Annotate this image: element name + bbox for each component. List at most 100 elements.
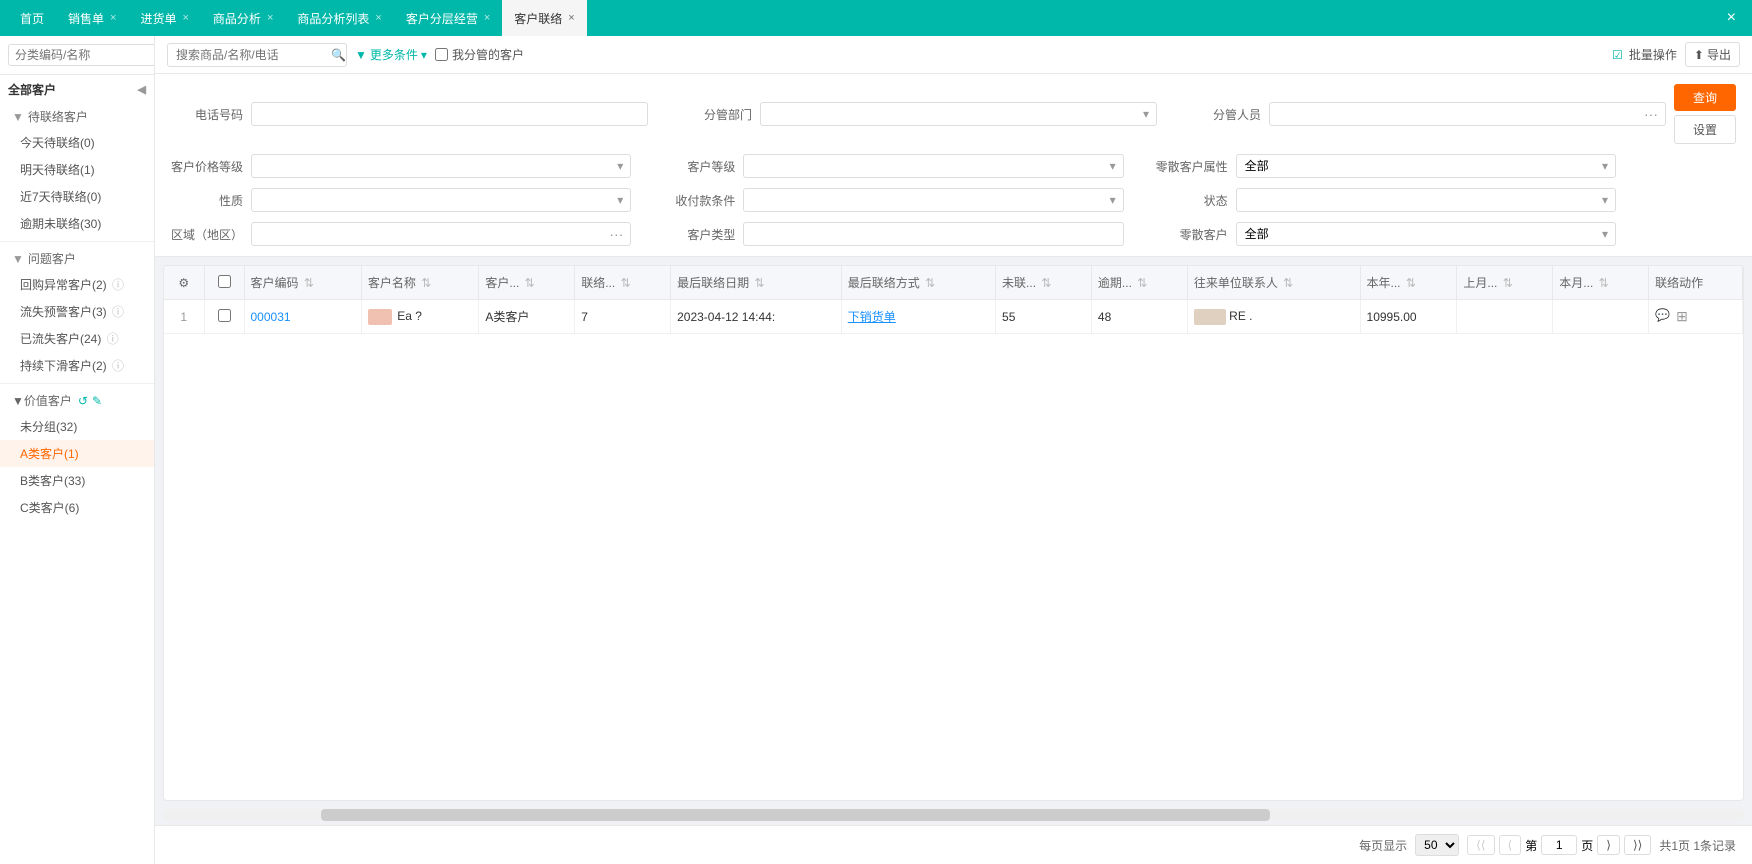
last-contact-method-link[interactable]: 下销货单 xyxy=(848,310,896,324)
value-group-header[interactable]: ▼ 价值客户 ↺ ✎ xyxy=(0,388,154,413)
select-all-checkbox[interactable] xyxy=(218,275,231,288)
sidebar-item-ungrouped[interactable]: 未分组(32) xyxy=(0,413,154,440)
pending-group-header[interactable]: ▼ 待联络客户 xyxy=(0,104,154,129)
filter-search-box[interactable]: 🔍 xyxy=(167,43,347,67)
close-product-analysis-tab[interactable]: × xyxy=(267,12,273,24)
th-last-month[interactable]: 上月... ⇅ xyxy=(1457,266,1553,300)
sidebar-item-lost-warning[interactable]: 流失预警客户(3) ⓘ xyxy=(0,298,154,325)
close-customer-contact-tab[interactable]: × xyxy=(568,12,574,24)
close-purchase-tab[interactable]: × xyxy=(182,12,188,24)
th-contact-person[interactable]: 往来单位联系人 ⇅ xyxy=(1187,266,1360,300)
nav-product-analysis[interactable]: 商品分析 × xyxy=(201,0,285,36)
nav-customer-contact[interactable]: 客户联络 × xyxy=(502,0,586,36)
th-customer-type[interactable]: 客户... ⇅ xyxy=(479,266,575,300)
th-contact-count[interactable]: 联络... ⇅ xyxy=(575,266,671,300)
sort-contact-icon[interactable]: ⇅ xyxy=(621,276,631,290)
sort-thismonth-icon[interactable]: ⇅ xyxy=(1599,276,1609,290)
nav-product-list[interactable]: 商品分析列表 × xyxy=(285,0,393,36)
sort-person-icon[interactable]: ⇅ xyxy=(1283,276,1293,290)
nav-home[interactable]: 首页 xyxy=(8,0,56,36)
sidebar-item-today-pending[interactable]: 今天待联络(0) xyxy=(0,129,154,156)
retail-attr-select[interactable]: 全部 xyxy=(1236,154,1616,178)
export-button[interactable]: ⬆ 导出 xyxy=(1685,42,1740,67)
price-level-select[interactable] xyxy=(251,154,631,178)
sidebar-item-class-b[interactable]: B类客户(33) xyxy=(0,467,154,494)
sort-method-icon[interactable]: ⇅ xyxy=(925,276,935,290)
sidebar-item-overdue-contact[interactable]: 逾期未联络(30) xyxy=(0,210,154,237)
th-code[interactable]: 客户编码 ⇅ xyxy=(244,266,361,300)
all-customers-header[interactable]: 全部客户 ◀ xyxy=(0,75,154,104)
scrollbar-thumb[interactable] xyxy=(321,809,1270,821)
region-input[interactable] xyxy=(251,222,631,246)
batch-ops-button[interactable]: ☑ 批量操作 xyxy=(1612,46,1677,63)
sort-lastmonth-icon[interactable]: ⇅ xyxy=(1503,276,1513,290)
next-page-button[interactable]: ⟩ xyxy=(1597,835,1620,855)
sort-name-icon[interactable]: ⇅ xyxy=(421,276,431,290)
settings-button[interactable]: 设置 xyxy=(1674,115,1736,144)
staff-input[interactable] xyxy=(1269,102,1666,126)
th-not-contacted[interactable]: 未联... ⇅ xyxy=(996,266,1092,300)
sort-year-icon[interactable]: ⇅ xyxy=(1406,276,1416,290)
sort-overdue-icon[interactable]: ⇅ xyxy=(1137,276,1147,290)
close-window-button[interactable]: × xyxy=(1719,9,1744,27)
nav-sales[interactable]: 销售单 × xyxy=(56,0,128,36)
collapse-sidebar-icon[interactable]: ◀ xyxy=(138,83,146,96)
phone-input[interactable] xyxy=(251,102,648,126)
my-customer-checkbox[interactable]: 我分管的客户 xyxy=(435,46,524,63)
sort-type-icon[interactable]: ⇅ xyxy=(525,276,535,290)
page-input[interactable] xyxy=(1541,835,1577,855)
th-this-year[interactable]: 本年... ⇅ xyxy=(1360,266,1457,300)
sort-not-icon[interactable]: ⇅ xyxy=(1041,276,1051,290)
filter-search-input[interactable] xyxy=(176,48,331,62)
retail-customer-select[interactable]: 全部 xyxy=(1236,222,1616,246)
staff-dots-icon[interactable]: ··· xyxy=(1644,106,1658,122)
region-dots-icon[interactable]: ··· xyxy=(609,226,623,242)
query-button[interactable]: 查询 xyxy=(1674,84,1736,111)
row-code[interactable]: 000031 xyxy=(244,300,361,334)
customer-level-select[interactable] xyxy=(743,154,1123,178)
nature-select[interactable] xyxy=(251,188,631,212)
filter-search-icon[interactable]: 🔍 xyxy=(331,48,346,62)
sidebar-item-7days-pending[interactable]: 近7天待联络(0) xyxy=(0,183,154,210)
customer-type-input[interactable] xyxy=(743,222,1123,246)
row-last-contact-method[interactable]: 下销货单 xyxy=(841,300,995,334)
sort-date-icon[interactable]: ⇅ xyxy=(754,276,764,290)
th-this-month[interactable]: 本月... ⇅ xyxy=(1553,266,1649,300)
status-select[interactable] xyxy=(1236,188,1616,212)
table-settings-th[interactable]: ⚙ xyxy=(164,266,204,300)
th-last-contact-date[interactable]: 最后联络日期 ⇅ xyxy=(671,266,842,300)
sidebar-item-class-a[interactable]: A类客户(1) xyxy=(0,440,154,467)
first-page-button[interactable]: ⟨⟨ xyxy=(1467,835,1494,855)
close-product-list-tab[interactable]: × xyxy=(375,12,381,24)
close-customer-segment-tab[interactable]: × xyxy=(484,12,490,24)
sidebar-item-tomorrow-pending[interactable]: 明天待联络(1) xyxy=(0,156,154,183)
payment-select[interactable] xyxy=(743,188,1123,212)
sidebar-item-class-c[interactable]: C类客户(6) xyxy=(0,494,154,521)
settings-icon[interactable]: ⚙ xyxy=(178,276,189,290)
per-page-select[interactable]: 50 xyxy=(1415,834,1459,856)
problem-group-header[interactable]: ▼ 问题客户 xyxy=(0,246,154,271)
edit-icon[interactable]: ✎ xyxy=(92,394,102,408)
th-last-contact-method[interactable]: 最后联络方式 ⇅ xyxy=(841,266,995,300)
sidebar-item-abnormal-repurchase[interactable]: 回购异常客户(2) ⓘ xyxy=(0,271,154,298)
th-overdue[interactable]: 逾期... ⇅ xyxy=(1091,266,1187,300)
chat-icon[interactable]: 💬 xyxy=(1655,308,1670,325)
more-filters-button[interactable]: ▼ 更多条件 ▾ xyxy=(355,46,427,63)
last-page-button[interactable]: ⟩⟩ xyxy=(1624,835,1651,855)
my-customer-check[interactable] xyxy=(435,48,448,61)
prev-page-button[interactable]: ⟨ xyxy=(1499,835,1522,855)
dept-select[interactable] xyxy=(760,102,1157,126)
horizontal-scrollbar[interactable] xyxy=(163,809,1744,821)
th-name[interactable]: 客户名称 ⇅ xyxy=(361,266,478,300)
nav-purchase[interactable]: 进货单 × xyxy=(128,0,200,36)
grid-icon[interactable]: ⊞ xyxy=(1676,308,1688,325)
close-sales-tab[interactable]: × xyxy=(110,12,116,24)
sort-code-icon[interactable]: ⇅ xyxy=(304,276,314,290)
refresh-icon[interactable]: ↺ xyxy=(78,394,88,408)
sidebar-item-declining[interactable]: 持续下滑客户(2) ⓘ xyxy=(0,352,154,379)
info-icon-4: ⓘ xyxy=(112,359,124,373)
nav-customer-segment[interactable]: 客户分层经营 × xyxy=(394,0,502,36)
sidebar-search-input[interactable] xyxy=(8,44,155,66)
sidebar-item-already-lost[interactable]: 已流失客户(24) ⓘ xyxy=(0,325,154,352)
row-checkbox[interactable] xyxy=(218,309,231,322)
